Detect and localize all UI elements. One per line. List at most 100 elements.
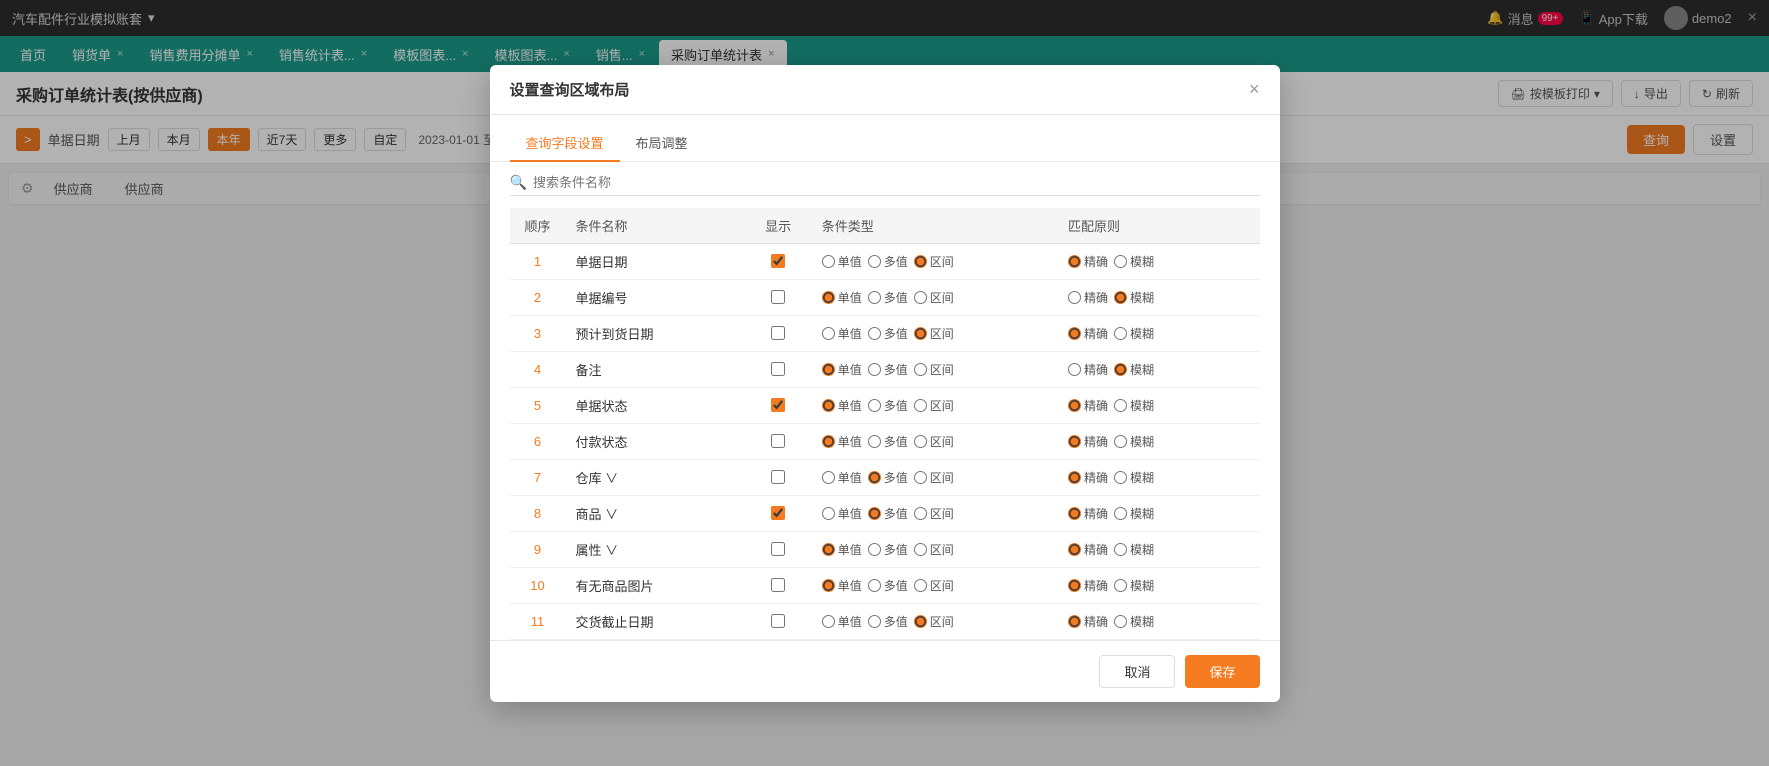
type-radio-单值[interactable] (822, 399, 835, 412)
row-condition-name: 有无商品图片 (565, 567, 744, 603)
match-radio-精确[interactable] (1068, 507, 1081, 520)
modal-table: 顺序 条件名称 显示 条件类型 匹配原则 1单据日期单值多值区间精确模糊2单据编… (490, 208, 1280, 640)
type-radio-单值[interactable] (822, 327, 835, 340)
match-radio-模糊[interactable] (1114, 615, 1127, 628)
type-radio-区间[interactable] (914, 507, 927, 520)
type-radio-区间[interactable] (914, 543, 927, 556)
match-radio-精确[interactable] (1068, 471, 1081, 484)
display-checkbox[interactable] (771, 254, 785, 268)
row-order: 8 (510, 495, 566, 531)
match-radio-模糊[interactable] (1114, 435, 1127, 448)
row-order: 4 (510, 351, 566, 387)
type-radio-单值[interactable] (822, 435, 835, 448)
modal-title: 设置查询区域布局 (510, 79, 630, 100)
row-order: 11 (510, 603, 566, 639)
type-radio-单值[interactable] (822, 291, 835, 304)
row-display-cell (745, 423, 812, 459)
match-radio-精确[interactable] (1068, 579, 1081, 592)
table-row: 9属性 ∨单值多值区间精确模糊 (510, 531, 1260, 567)
save-button[interactable]: 保存 (1185, 655, 1259, 688)
match-radio-模糊[interactable] (1114, 327, 1127, 340)
row-display-cell (745, 315, 812, 351)
display-checkbox[interactable] (771, 614, 785, 628)
row-type-cell: 单值多值区间 (812, 567, 1058, 603)
type-radio-区间[interactable] (914, 363, 927, 376)
type-radio-多值[interactable] (868, 327, 881, 340)
type-radio-区间[interactable] (914, 579, 927, 592)
row-match-cell: 精确模糊 (1058, 243, 1260, 279)
type-radio-区间[interactable] (914, 255, 927, 268)
type-radio-多值[interactable] (868, 291, 881, 304)
match-radio-精确[interactable] (1068, 615, 1081, 628)
type-radio-多值[interactable] (868, 471, 881, 484)
row-condition-name: 单据编号 (565, 279, 744, 315)
match-radio-精确[interactable] (1068, 327, 1081, 340)
col-display: 显示 (745, 208, 812, 244)
row-display-cell (745, 459, 812, 495)
modal-close-button[interactable]: × (1249, 80, 1260, 98)
type-radio-多值[interactable] (868, 507, 881, 520)
display-checkbox[interactable] (771, 290, 785, 304)
type-radio-单值[interactable] (822, 363, 835, 376)
modal-tab-fields[interactable]: 查询字段设置 (510, 125, 620, 162)
match-radio-精确[interactable] (1068, 291, 1081, 304)
display-checkbox[interactable] (771, 398, 785, 412)
match-radio-模糊[interactable] (1114, 507, 1127, 520)
match-radio-模糊[interactable] (1114, 579, 1127, 592)
row-match-cell: 精确模糊 (1058, 603, 1260, 639)
col-order: 顺序 (510, 208, 566, 244)
type-radio-多值[interactable] (868, 255, 881, 268)
match-radio-精确[interactable] (1068, 255, 1081, 268)
type-radio-多值[interactable] (868, 435, 881, 448)
match-radio-模糊[interactable] (1114, 399, 1127, 412)
display-checkbox[interactable] (771, 542, 785, 556)
row-condition-name: 单据状态 (565, 387, 744, 423)
row-order: 6 (510, 423, 566, 459)
type-radio-单值[interactable] (822, 471, 835, 484)
type-radio-单值[interactable] (822, 579, 835, 592)
match-radio-模糊[interactable] (1114, 471, 1127, 484)
search-icon: 🔍 (510, 174, 527, 191)
display-checkbox[interactable] (771, 434, 785, 448)
row-display-cell (745, 603, 812, 639)
match-radio-模糊[interactable] (1114, 363, 1127, 376)
row-type-cell: 单值多值区间 (812, 495, 1058, 531)
type-radio-多值[interactable] (868, 363, 881, 376)
match-radio-模糊[interactable] (1114, 543, 1127, 556)
table-row: 7仓库 ∨单值多值区间精确模糊 (510, 459, 1260, 495)
cancel-button[interactable]: 取消 (1099, 655, 1175, 688)
row-condition-name: 属性 ∨ (565, 531, 744, 567)
display-checkbox[interactable] (771, 578, 785, 592)
type-radio-区间[interactable] (914, 435, 927, 448)
match-radio-模糊[interactable] (1114, 291, 1127, 304)
match-radio-精确[interactable] (1068, 543, 1081, 556)
type-radio-多值[interactable] (868, 615, 881, 628)
row-type-cell: 单值多值区间 (812, 243, 1058, 279)
display-checkbox[interactable] (771, 362, 785, 376)
type-radio-区间[interactable] (914, 327, 927, 340)
type-radio-多值[interactable] (868, 579, 881, 592)
display-checkbox[interactable] (771, 506, 785, 520)
type-radio-单值[interactable] (822, 507, 835, 520)
type-radio-区间[interactable] (914, 291, 927, 304)
match-radio-模糊[interactable] (1114, 255, 1127, 268)
type-radio-单值[interactable] (822, 255, 835, 268)
type-radio-多值[interactable] (868, 399, 881, 412)
modal-tabs: 查询字段设置 布局调整 (490, 115, 1280, 162)
display-checkbox[interactable] (771, 326, 785, 340)
type-radio-区间[interactable] (914, 615, 927, 628)
match-radio-精确[interactable] (1068, 435, 1081, 448)
type-radio-区间[interactable] (914, 399, 927, 412)
modal-tab-layout[interactable]: 布局调整 (620, 125, 704, 162)
search-input[interactable] (533, 175, 733, 190)
row-match-cell: 精确模糊 (1058, 495, 1260, 531)
type-radio-多值[interactable] (868, 543, 881, 556)
display-checkbox[interactable] (771, 470, 785, 484)
type-radio-区间[interactable] (914, 471, 927, 484)
type-radio-单值[interactable] (822, 615, 835, 628)
table-row: 8商品 ∨单值多值区间精确模糊 (510, 495, 1260, 531)
type-radio-单值[interactable] (822, 543, 835, 556)
row-order: 10 (510, 567, 566, 603)
match-radio-精确[interactable] (1068, 399, 1081, 412)
match-radio-精确[interactable] (1068, 363, 1081, 376)
